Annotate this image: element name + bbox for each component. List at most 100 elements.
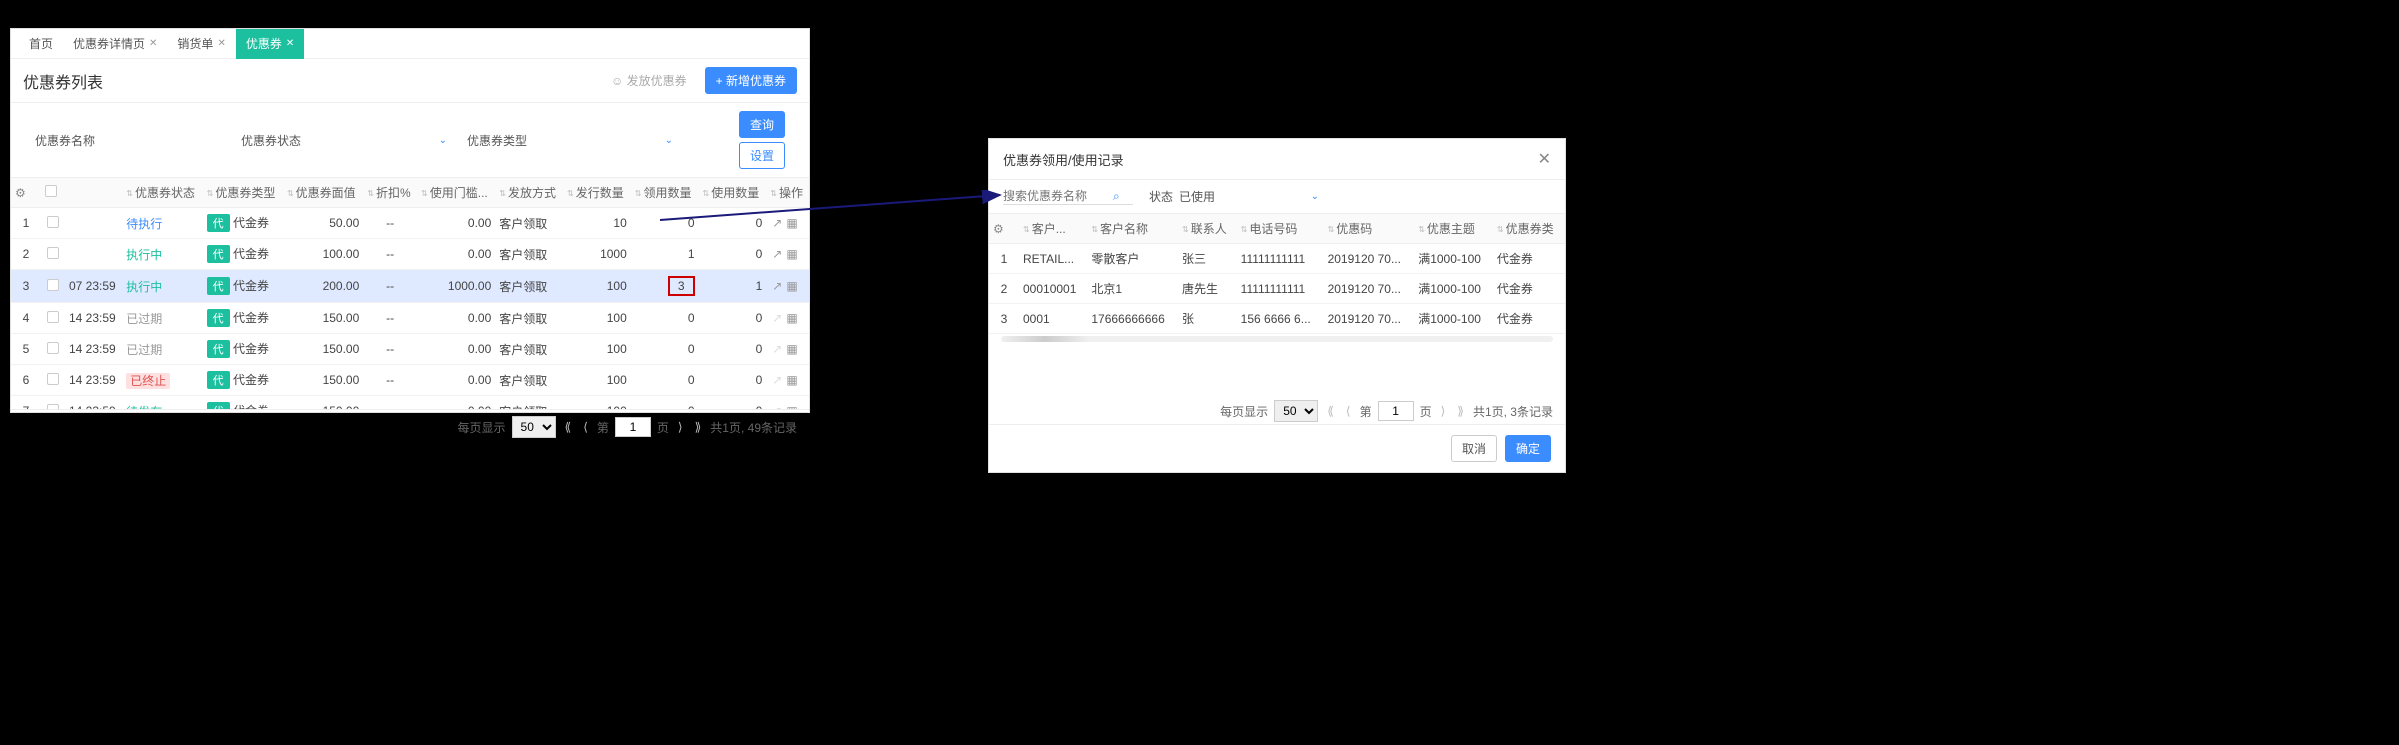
search-icon[interactable]: ⌕	[1113, 189, 1120, 204]
filter-name-input[interactable]	[101, 131, 221, 150]
gear-icon[interactable]: ⚙	[993, 222, 1004, 236]
distribute-coupon-button[interactable]: ☺ 发放优惠券	[601, 68, 697, 93]
table-row[interactable]: 614 23:59已终止代 代金券150.00--0.00客户领取10000↗▦	[11, 365, 809, 396]
first-page-button[interactable]: ⟪	[562, 420, 575, 434]
column-header[interactable]: ⇅优惠主题	[1414, 214, 1493, 244]
row-checkbox[interactable]	[47, 279, 59, 291]
modal-page-input[interactable]	[1378, 401, 1414, 421]
row-checkbox[interactable]	[47, 404, 59, 410]
share-icon[interactable]: ↗	[772, 247, 782, 261]
column-header[interactable]: ⇅操作	[766, 178, 809, 208]
coupon-table: ⚙ ⇅优惠券状态⇅优惠券类型⇅优惠券面值⇅折扣%⇅使用门槛...⇅发放方式⇅发行数…	[11, 177, 809, 409]
cancel-button[interactable]: 取消	[1451, 435, 1497, 462]
usage-table: ⚙ ⇅客户...⇅客户名称⇅联系人⇅电话号码⇅优惠码⇅优惠主题⇅优惠券类 1RET…	[989, 213, 1565, 334]
tab-优惠券详情页[interactable]: 优惠券详情页✕	[63, 29, 167, 59]
column-header[interactable]: ⇅使用数量	[699, 178, 767, 208]
horizontal-scrollbar[interactable]	[1001, 336, 1553, 342]
share-icon[interactable]: ↗	[772, 279, 782, 293]
share-icon: ↗	[772, 342, 782, 356]
gear-icon[interactable]: ⚙	[15, 186, 26, 200]
page-header: 优惠券列表 ☺ 发放优惠券 + 新增优惠券	[11, 59, 809, 103]
qrcode-icon[interactable]: ▦	[786, 247, 797, 261]
column-header[interactable]: ⇅折扣%	[363, 178, 417, 208]
modal-first-page-button[interactable]: ⟪	[1324, 404, 1337, 418]
row-checkbox[interactable]	[47, 342, 59, 354]
select-all-checkbox[interactable]	[45, 185, 57, 197]
column-header[interactable]: ⇅客户...	[1019, 214, 1087, 244]
filter-type-label: 优惠券类型	[467, 132, 527, 149]
modal-search-input[interactable]	[1003, 189, 1113, 203]
status-badge: 执行中	[126, 280, 162, 294]
qrcode-icon[interactable]: ▦	[786, 216, 797, 230]
column-header[interactable]: ⇅优惠券状态	[122, 178, 202, 208]
tab-首页[interactable]: 首页	[19, 29, 63, 59]
column-header[interactable]: ⇅电话号码	[1237, 214, 1324, 244]
modal-status-label: 状态	[1149, 188, 1173, 205]
column-header[interactable]: ⇅优惠券类型	[203, 178, 283, 208]
chevron-down-icon: ⌄	[439, 135, 447, 146]
filter-status-label: 优惠券状态	[241, 132, 301, 149]
table-row[interactable]: 307 23:59执行中代 代金券200.00--1000.00客户领取1003…	[11, 270, 809, 303]
filter-type-select[interactable]: ⌄	[533, 135, 673, 146]
column-header[interactable]: ⇅发行数量	[563, 178, 631, 208]
confirm-button[interactable]: 确定	[1505, 435, 1551, 462]
share-icon: ↗	[772, 373, 782, 387]
column-header[interactable]: ⇅优惠码	[1324, 214, 1415, 244]
filter-status-select[interactable]: ⌄	[307, 135, 447, 146]
tab-优惠券[interactable]: 优惠券✕	[236, 29, 304, 59]
share-icon[interactable]: ↗	[772, 216, 782, 230]
modal-last-page-button[interactable]: ⟫	[1454, 404, 1467, 418]
filter-name-label: 优惠券名称	[35, 132, 95, 149]
modal-next-page-button[interactable]: ⟩	[1438, 404, 1449, 418]
share-icon: ↗	[772, 311, 782, 325]
column-header[interactable]: ⇅领用数量	[631, 178, 699, 208]
table-row[interactable]: 414 23:59已过期代 代金券150.00--0.00客户领取10000↗▦	[11, 303, 809, 334]
chevron-down-icon: ⌄	[665, 135, 673, 146]
qrcode-icon[interactable]: ▦	[786, 311, 797, 325]
table-row[interactable]: 714 23:59待发布代 代金券150.00--0.00客户领取10000↗▦	[11, 396, 809, 410]
next-page-button[interactable]: ⟩	[675, 420, 686, 434]
add-coupon-button[interactable]: + 新增优惠券	[705, 67, 797, 94]
tab-销货单[interactable]: 销货单✕	[167, 29, 235, 59]
status-badge: 执行中	[126, 248, 162, 262]
per-page-select[interactable]: 50	[512, 416, 556, 438]
qrcode-icon[interactable]: ▦	[786, 342, 797, 356]
modal-status-select[interactable]: 已使用⌄	[1179, 188, 1319, 205]
last-page-button[interactable]: ⟫	[692, 420, 705, 434]
voucher-icon: 代	[207, 340, 230, 358]
qrcode-icon[interactable]: ▦	[786, 279, 797, 293]
tab-close-icon[interactable]: ✕	[286, 38, 294, 49]
table-row[interactable]: 514 23:59已过期代 代金券150.00--0.00客户领取10000↗▦	[11, 334, 809, 365]
modal-per-page-select[interactable]: 50	[1274, 400, 1318, 422]
voucher-icon: 代	[207, 402, 230, 409]
column-header[interactable]: ⇅客户名称	[1087, 214, 1178, 244]
close-icon[interactable]: ✕	[1538, 149, 1551, 169]
table-row[interactable]: 1待执行代 代金券50.00--0.00客户领取1000↗▦	[11, 208, 809, 239]
voucher-icon: 代	[207, 371, 230, 389]
qrcode-icon[interactable]: ▦	[786, 404, 797, 409]
table-row[interactable]: 3000117666666666张156 6666 6...2019120 70…	[989, 304, 1565, 334]
prev-page-button[interactable]: ⟨	[580, 420, 591, 434]
tab-close-icon[interactable]: ✕	[217, 38, 225, 49]
setting-button[interactable]: 设置	[739, 142, 785, 169]
table-row[interactable]: 2执行中代 代金券100.00--0.00客户领取100010↗▦	[11, 239, 809, 270]
table-row[interactable]: 1RETAIL...零散客户张三111111111112019120 70...…	[989, 244, 1565, 274]
row-checkbox[interactable]	[47, 311, 59, 323]
column-header[interactable]: ⇅使用门槛...	[417, 178, 495, 208]
row-checkbox[interactable]	[47, 373, 59, 385]
row-checkbox[interactable]	[47, 247, 59, 259]
table-row[interactable]: 200010001北京1唐先生111111111112019120 70...满…	[989, 274, 1565, 304]
column-header[interactable]: ⇅优惠券类	[1493, 214, 1565, 244]
voucher-icon: 代	[207, 245, 230, 263]
row-checkbox[interactable]	[47, 216, 59, 228]
query-button[interactable]: 查询	[739, 111, 785, 138]
tab-close-icon[interactable]: ✕	[149, 38, 157, 49]
page-input[interactable]	[615, 417, 651, 437]
qrcode-icon[interactable]: ▦	[786, 373, 797, 387]
modal-prev-page-button[interactable]: ⟨	[1343, 404, 1354, 418]
column-header[interactable]: ⇅发放方式	[495, 178, 563, 208]
column-header[interactable]: ⇅优惠券面值	[283, 178, 363, 208]
column-header[interactable]: ⇅联系人	[1178, 214, 1237, 244]
chevron-down-icon: ⌄	[1311, 191, 1319, 202]
take-count-highlighted[interactable]: 3	[668, 276, 695, 296]
